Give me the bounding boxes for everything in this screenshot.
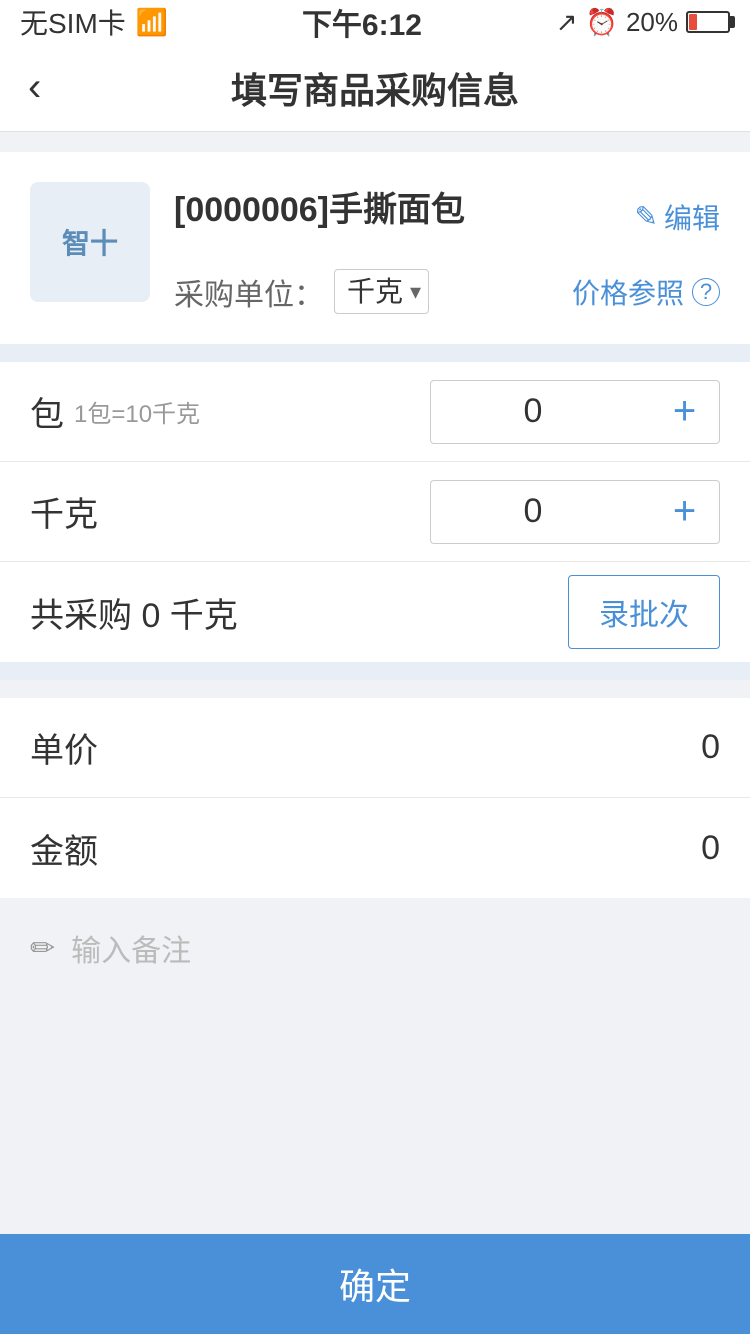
back-button[interactable]: ‹ — [28, 65, 41, 110]
amount-value: 0 — [701, 829, 720, 868]
bag-input-row: 包 1包=10千克 + — [0, 362, 750, 462]
product-card: 智十 [0000006]手撕面包 ✎ 编辑 采购单位： 千克 价格参照 ? — [0, 152, 750, 344]
pencil-icon: ✏ — [30, 931, 55, 966]
bag-plus-button[interactable]: + — [650, 380, 720, 444]
amount-row: 金额 0 — [0, 798, 750, 898]
unit-select-wrap[interactable]: 千克 — [334, 269, 429, 314]
bag-sub-label: 1包=10千克 — [74, 394, 200, 429]
unit-row: 采购单位： 千克 — [174, 269, 429, 314]
bag-input-wrap: + — [430, 380, 720, 444]
remark-placeholder: 输入备注 — [71, 926, 191, 970]
kg-input-wrap: + — [430, 480, 720, 544]
confirm-button[interactable]: 确定 — [0, 1234, 750, 1334]
unit-label: 采购单位： — [174, 270, 324, 314]
remark-section[interactable]: ✏ 输入备注 — [0, 898, 750, 998]
wifi-icon: 📶 — [136, 7, 168, 38]
summary-label: 共采购 0 千克 — [30, 588, 238, 637]
amount-label: 金额 — [30, 824, 98, 873]
divider-1 — [0, 344, 750, 362]
bag-label: 包 — [30, 387, 64, 436]
price-ref-label: 价格参照 — [572, 272, 684, 312]
edit-icon: ✎ — [635, 200, 658, 233]
product-top-row: [0000006]手撕面包 ✎ 编辑 — [174, 182, 720, 251]
batch-button[interactable]: 录批次 — [568, 575, 720, 649]
page-title: 填写商品采购信息 — [231, 62, 519, 114]
battery-icon — [686, 11, 730, 33]
location-icon: ↗ — [556, 7, 578, 38]
unit-price-row: 单价 0 — [0, 698, 750, 798]
price-ref-button[interactable]: 价格参照 ? — [572, 272, 720, 312]
status-left: 无SIM卡 📶 — [20, 2, 168, 42]
summary-row: 共采购 0 千克 录批次 — [0, 562, 750, 662]
kg-input-row: 千克 + — [0, 462, 750, 562]
product-info: [0000006]手撕面包 ✎ 编辑 采购单位： 千克 价格参照 ? — [174, 182, 720, 314]
product-name: [0000006]手撕面包 — [174, 182, 465, 231]
status-right: ↗ ⏰ 20% — [556, 7, 730, 38]
kg-label: 千克 — [30, 487, 98, 536]
battery-percent: 20% — [626, 7, 678, 38]
bag-quantity-input[interactable] — [430, 380, 650, 444]
unit-price-value: 0 — [701, 728, 720, 767]
alarm-icon: ⏰ — [586, 7, 618, 38]
kg-quantity-input[interactable] — [430, 480, 650, 544]
kg-plus-button[interactable]: + — [650, 480, 720, 544]
divider-2 — [0, 662, 750, 680]
product-bottom-row: 采购单位： 千克 价格参照 ? — [174, 269, 720, 314]
product-thumbnail: 智十 — [30, 182, 150, 302]
nav-bar: ‹ 填写商品采购信息 — [0, 44, 750, 132]
carrier-label: 无SIM卡 — [20, 2, 126, 42]
quantity-section: 包 1包=10千克 + 千克 + — [0, 362, 750, 562]
status-time: 下午6:12 — [302, 0, 422, 44]
info-circle-icon: ? — [692, 278, 720, 306]
product-logo-text: 智十 — [62, 222, 118, 262]
status-bar: 无SIM卡 📶 下午6:12 ↗ ⏰ 20% — [0, 0, 750, 44]
edit-button[interactable]: ✎ 编辑 — [635, 197, 720, 237]
edit-label: 编辑 — [664, 197, 720, 237]
price-section: 单价 0 金额 0 — [0, 698, 750, 898]
unit-select[interactable]: 千克 — [334, 269, 429, 314]
unit-price-label: 单价 — [30, 723, 98, 772]
